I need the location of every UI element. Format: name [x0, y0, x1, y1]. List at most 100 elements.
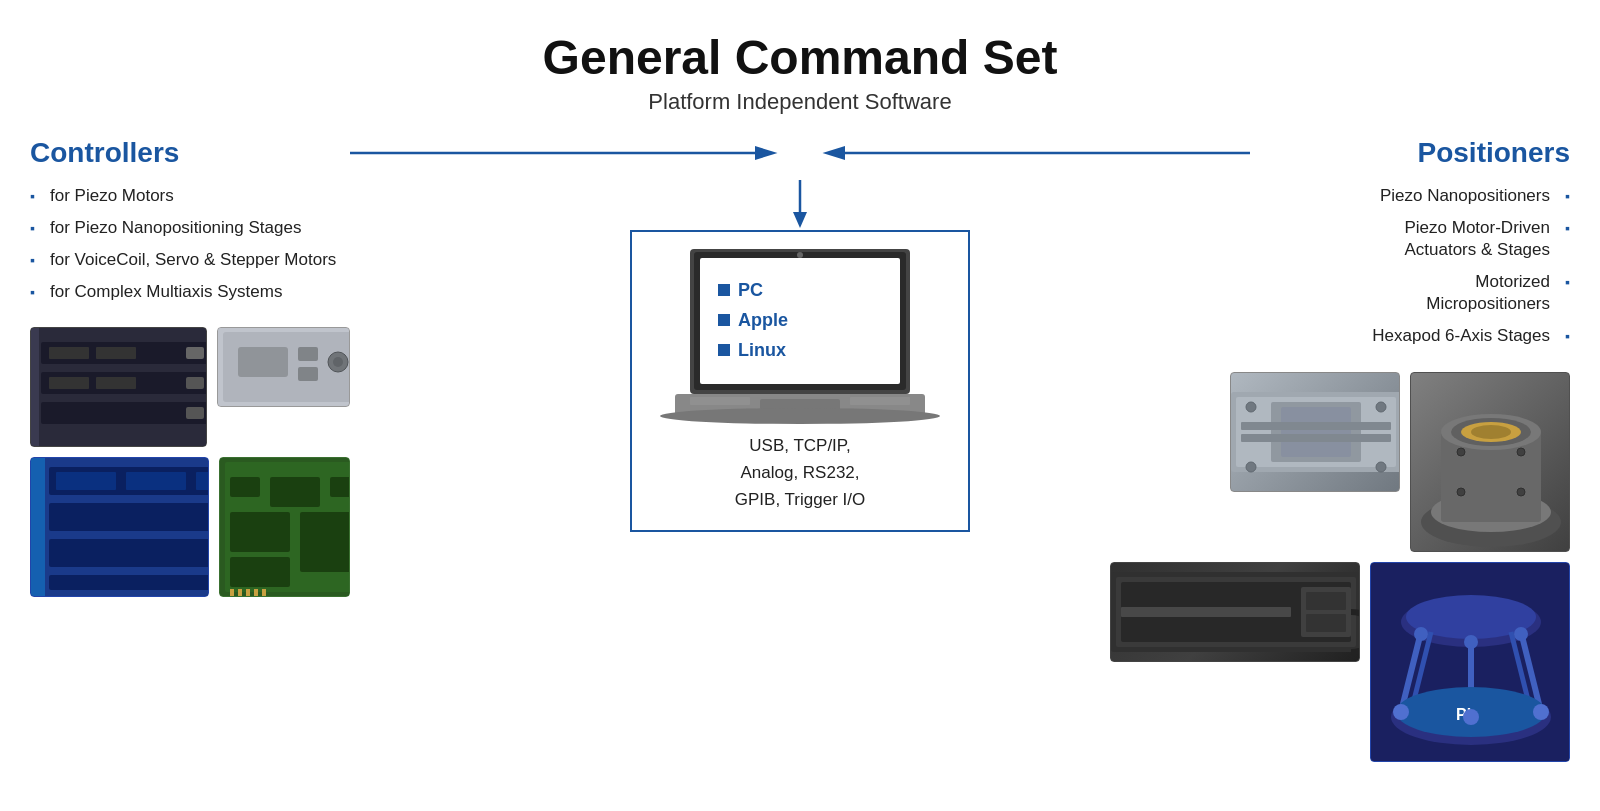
svg-rect-61	[690, 397, 750, 405]
svg-rect-43	[246, 589, 250, 597]
left-panel: for Piezo Motors for Piezo Nanoposit­ion…	[30, 180, 350, 597]
ctrl-small-svg	[218, 327, 349, 407]
pos-long-svg	[1111, 562, 1359, 662]
svg-rect-89	[1306, 614, 1346, 632]
svg-rect-7	[41, 402, 206, 424]
svg-rect-39	[300, 512, 349, 572]
svg-point-60	[660, 408, 940, 424]
svg-marker-47	[793, 212, 807, 228]
positioners-bullet-3: MotorizedMicropositioners	[1250, 271, 1570, 315]
main-title: General Command Set	[0, 30, 1600, 85]
svg-rect-27	[49, 503, 208, 531]
controllers-bullet-2: for Piezo Nanoposit­ioning Stages	[30, 217, 350, 239]
svg-rect-44	[254, 589, 258, 597]
svg-marker-1	[755, 146, 778, 160]
positioners-heading: Positioners	[1250, 137, 1570, 169]
svg-point-105	[1414, 627, 1428, 641]
svg-point-23	[333, 357, 343, 367]
controllers-bullet-list: for Piezo Motors for Piezo Nanoposit­ion…	[30, 185, 350, 303]
svg-rect-62	[850, 397, 910, 405]
svg-point-107	[1514, 627, 1528, 641]
arrow-row: Controllers Positioners	[0, 125, 1600, 180]
ctrl-rack-svg	[31, 327, 206, 447]
svg-rect-40	[230, 557, 290, 587]
svg-rect-51	[718, 284, 730, 296]
svg-point-83	[1517, 488, 1525, 496]
ctrl-board-svg	[220, 457, 349, 597]
ctrl-blue-rack-image	[30, 457, 209, 597]
svg-rect-67	[1241, 422, 1391, 430]
laptop-svg: PC Apple Linux	[660, 244, 940, 424]
svg-point-79	[1471, 425, 1511, 439]
svg-text:PC: PC	[738, 280, 763, 300]
svg-point-81	[1517, 448, 1525, 456]
svg-rect-66	[1281, 407, 1351, 457]
controllers-bullet-1: for Piezo Motors	[30, 185, 350, 207]
svg-marker-3	[823, 146, 846, 160]
positioners-bullet-list: Piezo Nanopositioners Piezo Motor-Driven…	[1250, 185, 1570, 348]
svg-rect-19	[238, 347, 288, 377]
svg-rect-29	[49, 575, 208, 590]
positioners-bullet-1: Piezo Nanopositioners	[1250, 185, 1570, 207]
vert-arrow-svg	[785, 180, 815, 230]
arrow-svg	[350, 133, 1250, 173]
svg-rect-42	[238, 589, 242, 597]
ctrl-rack-image	[30, 327, 207, 447]
svg-rect-9	[186, 377, 204, 389]
svg-rect-45	[262, 589, 266, 597]
pos-long-image	[1110, 562, 1360, 662]
svg-rect-21	[298, 367, 318, 381]
ctrl-blue-svg	[31, 457, 208, 597]
right-panel: Piezo Nanopositioners Piezo Motor-Driven…	[1250, 180, 1570, 762]
controllers-bullet-4: for Complex Multiaxis Systems	[30, 281, 350, 303]
svg-rect-28	[49, 539, 208, 567]
svg-point-104	[1533, 704, 1549, 720]
pos-row-1	[1230, 372, 1570, 552]
pos-row-2: PI	[1110, 562, 1570, 762]
computer-box: PC Apple Linux	[630, 230, 970, 532]
svg-point-69	[1246, 402, 1256, 412]
svg-rect-41	[230, 589, 234, 597]
pos-round-svg	[1411, 372, 1569, 552]
svg-rect-90	[1121, 607, 1291, 617]
positioners-bullet-4: Hexapod 6-Axis Stages	[1250, 325, 1570, 347]
controllers-heading: Controllers	[30, 137, 350, 169]
pos-round-image	[1410, 372, 1570, 552]
svg-rect-25	[31, 457, 45, 597]
svg-rect-32	[196, 472, 208, 490]
svg-rect-35	[230, 477, 260, 497]
svg-rect-8	[186, 347, 204, 359]
svg-rect-55	[718, 344, 730, 356]
controller-images	[30, 327, 350, 597]
top-section: General Command Set Platform Independent…	[0, 0, 1600, 125]
svg-rect-11	[49, 347, 89, 359]
svg-point-106	[1464, 635, 1478, 649]
controllers-bullet-3: for VoiceCoil, Servo & Stepper Motors	[30, 249, 350, 271]
ctrl-board-image	[219, 457, 350, 597]
svg-point-103	[1463, 709, 1479, 725]
pos-hexapod-image: PI	[1370, 562, 1570, 762]
page-wrapper: General Command Set Platform Independent…	[0, 0, 1600, 811]
connection-text: USB, TCP/IP, Analog, RS232, GPIB, Trigge…	[735, 432, 865, 514]
svg-point-82	[1457, 488, 1465, 496]
svg-text:Apple: Apple	[738, 310, 788, 330]
svg-point-71	[1246, 462, 1256, 472]
pos-hexapod-svg: PI	[1371, 562, 1569, 762]
middle-row: for Piezo Motors for Piezo Nanoposit­ion…	[0, 180, 1600, 811]
svg-rect-10	[186, 407, 204, 419]
positioner-images: PI	[1250, 372, 1570, 762]
ctrl-row-2	[30, 457, 350, 597]
svg-rect-13	[49, 377, 89, 389]
ctrl-small-image	[217, 327, 350, 407]
svg-rect-31	[126, 472, 186, 490]
svg-rect-36	[270, 477, 320, 507]
svg-point-57	[797, 252, 803, 258]
svg-point-102	[1393, 704, 1409, 720]
arrow-center	[350, 133, 1250, 173]
svg-rect-38	[230, 512, 290, 552]
svg-point-72	[1376, 462, 1386, 472]
pos-stage-image	[1230, 372, 1400, 492]
center-computer-panel: PC Apple Linux	[350, 180, 1250, 532]
subtitle: Platform Independent Software	[0, 89, 1600, 115]
svg-rect-37	[330, 477, 349, 497]
